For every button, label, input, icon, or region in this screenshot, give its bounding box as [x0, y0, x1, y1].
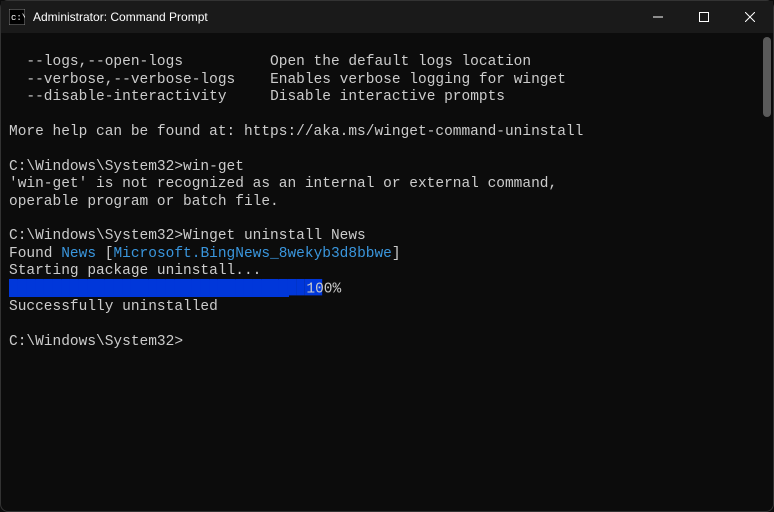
package-id: Microsoft.BingNews_8wekyb3d8bbwe	[113, 246, 391, 262]
bracket: ]	[392, 246, 401, 262]
success-line: Successfully uninstalled	[9, 299, 218, 315]
bracket: [	[96, 246, 113, 262]
scrollbar[interactable]	[761, 33, 771, 511]
option-flag: --disable-interactivity	[9, 89, 227, 105]
package-name: News	[61, 246, 96, 262]
prompt-path: C:\Windows\System32>	[9, 228, 183, 244]
prompt-path: C:\Windows\System32>	[9, 159, 183, 175]
option-desc: Enables verbose logging for winget	[270, 72, 566, 88]
option-desc: Open the default logs location	[270, 54, 531, 70]
svg-text:c:\: c:\	[11, 13, 25, 23]
prompt-command: Winget uninstall News	[183, 228, 366, 244]
titlebar: c:\ Administrator: Command Prompt	[1, 1, 773, 33]
prompt-path: C:\Windows\System32>	[9, 334, 183, 350]
error-line: operable program or batch file.	[9, 194, 279, 210]
terminal-output[interactable]: --logs,--open-logs Open the default logs…	[1, 33, 773, 511]
minimize-button[interactable]	[635, 1, 681, 33]
option-flag: --logs,--open-logs	[9, 54, 183, 70]
window-controls	[635, 1, 773, 33]
option-flag: --verbose,--verbose-logs	[9, 72, 235, 88]
close-button[interactable]	[727, 1, 773, 33]
cmd-icon: c:\	[9, 9, 25, 25]
help-line: More help can be found at: https://aka.m…	[9, 124, 583, 140]
progress-percent: 100%	[289, 282, 341, 298]
maximize-button[interactable]	[681, 1, 727, 33]
scrollbar-thumb[interactable]	[763, 37, 771, 117]
prompt-command: win-get	[183, 159, 244, 175]
found-prefix: Found	[9, 246, 61, 262]
status-line: Starting package uninstall...	[9, 263, 261, 279]
option-desc: Disable interactive prompts	[270, 89, 505, 105]
window-title: Administrator: Command Prompt	[33, 10, 635, 24]
error-line: 'win-get' is not recognized as an intern…	[9, 176, 557, 192]
progress-bar: ████████████████████████████████████	[9, 280, 289, 297]
